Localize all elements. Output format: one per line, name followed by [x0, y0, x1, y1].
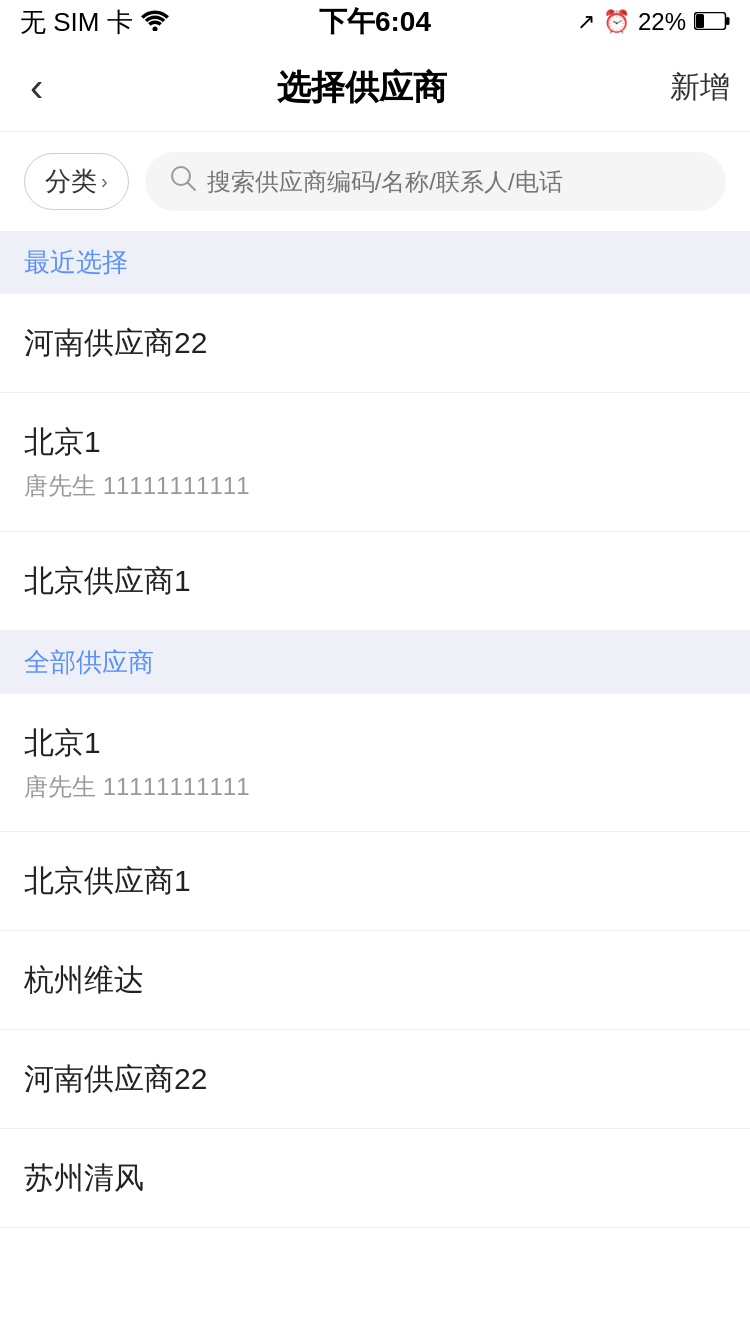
wifi-icon [141, 7, 169, 38]
search-box [145, 152, 726, 211]
item-name: 杭州维达 [24, 959, 726, 1001]
back-button[interactable]: ‹ [20, 55, 53, 120]
battery-icon [694, 8, 730, 36]
content-list: 最近选择河南供应商22 北京1 唐先生 11111111111 北京供应商1 全部供应商… [0, 231, 750, 1228]
item-name: 北京1 [24, 421, 726, 463]
category-button[interactable]: 分类 › [24, 153, 129, 210]
category-label: 分类 [45, 164, 97, 199]
status-bar: 无 SIM 卡 下午6:04 ↗ ⏰ 22% [0, 0, 750, 44]
svg-point-0 [152, 26, 157, 31]
search-icon [169, 164, 197, 199]
list-item[interactable]: 北京供应商1 [0, 832, 750, 931]
item-name: 河南供应商22 [24, 1058, 726, 1100]
search-input[interactable] [207, 168, 702, 196]
page-title: 选择供应商 [277, 65, 447, 111]
list-item[interactable]: 河南供应商22 [0, 1030, 750, 1129]
alarm-icon: ⏰ [603, 9, 630, 35]
location-icon: ↗ [577, 9, 595, 35]
item-name: 北京供应商1 [24, 860, 726, 902]
list-item[interactable]: 杭州维达 [0, 931, 750, 1030]
battery-percent: 22% [638, 8, 686, 36]
list-item[interactable]: 苏州清风 [0, 1129, 750, 1228]
item-sub: 唐先生 11111111111 [24, 469, 726, 503]
section-label-recent: 最近选择 [24, 247, 128, 277]
section-header-recent: 最近选择 [0, 231, 750, 294]
item-name: 北京1 [24, 722, 726, 764]
sim-status: 无 SIM 卡 [20, 5, 133, 40]
svg-line-5 [188, 183, 195, 190]
status-left: 无 SIM 卡 [20, 5, 169, 40]
svg-rect-3 [696, 14, 704, 28]
item-name: 苏州清风 [24, 1157, 726, 1199]
list-item[interactable]: 北京1 唐先生 11111111111 [0, 694, 750, 833]
chevron-right-icon: › [101, 170, 108, 193]
list-item[interactable]: 北京供应商1 [0, 532, 750, 631]
status-time: 下午6:04 [319, 3, 431, 41]
item-name: 北京供应商1 [24, 560, 726, 602]
svg-rect-2 [726, 17, 730, 25]
section-label-all: 全部供应商 [24, 647, 154, 677]
section-header-all: 全部供应商 [0, 631, 750, 694]
new-action-button[interactable]: 新增 [670, 67, 730, 108]
nav-bar: ‹ 选择供应商 新增 [0, 44, 750, 132]
item-sub: 唐先生 11111111111 [24, 770, 726, 804]
item-name: 河南供应商22 [24, 322, 726, 364]
search-area: 分类 › [0, 132, 750, 231]
list-item[interactable]: 河南供应商22 [0, 294, 750, 393]
status-right: ↗ ⏰ 22% [577, 8, 730, 36]
list-item[interactable]: 北京1 唐先生 11111111111 [0, 393, 750, 532]
